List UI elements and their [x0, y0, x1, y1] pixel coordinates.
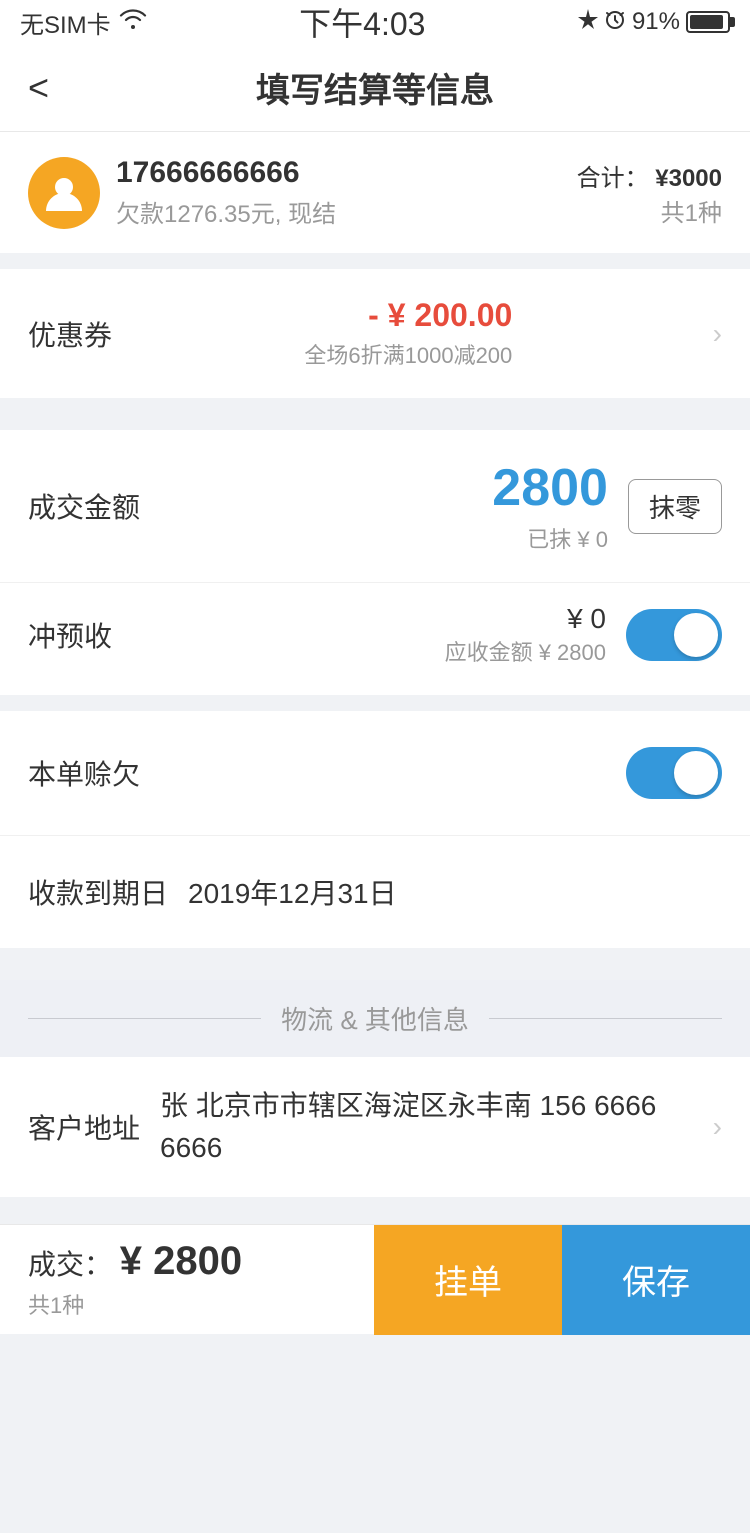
coupon-label: 优惠券 — [28, 314, 112, 354]
address-row[interactable]: 客户地址 张 北京市市辖区海淀区永丰南 156 6666 6666 › — [0, 1057, 750, 1197]
due-date-value: 2019年12月31日 — [188, 872, 397, 912]
summary-label: 成交： — [28, 1249, 112, 1280]
status-time: 下午4:03 — [299, 0, 425, 45]
summary-main: 成交： ¥ 2800 — [28, 1239, 346, 1284]
amount-label: 成交金额 — [28, 486, 140, 526]
alarm-icon — [604, 8, 626, 37]
save-button[interactable]: 保存 — [562, 1225, 750, 1335]
precollect-label: 冲预收 — [28, 615, 112, 655]
user-info-row: 17666666666 欠款1276.35元, 现结 合计： ¥3000 共1种 — [0, 132, 750, 253]
precollect-toggle[interactable] — [626, 609, 722, 661]
section-line-left — [28, 1018, 261, 1019]
credit-label: 本单赊欠 — [28, 753, 140, 793]
amount-right: 2800 已抹 ¥ 0 抹零 — [492, 458, 722, 554]
address-value: 张 北京市市辖区海淀区永丰南 156 6666 6666 — [160, 1085, 705, 1169]
status-right: 91% — [578, 8, 730, 37]
precollect-values: ¥ 0 应收金额 ¥ 2800 — [445, 603, 606, 667]
amount-row: 成交金额 2800 已抹 ¥ 0 抹零 — [0, 430, 750, 582]
status-bar: 无SIM卡 下午4:03 91% — [0, 0, 750, 44]
address-label: 客户地址 — [28, 1107, 140, 1147]
amount-section: 成交金额 2800 已抹 ¥ 0 抹零 冲预收 ¥ 0 应收金额 ¥ 2800 — [0, 430, 750, 695]
credit-row: 本单赊欠 — [0, 711, 750, 835]
total-amount: ¥3000 — [655, 165, 722, 192]
bottom-bar: 成交： ¥ 2800 共1种 挂单 保存 — [0, 1224, 750, 1334]
separator-2 — [0, 695, 750, 711]
location-icon — [578, 8, 598, 36]
coupon-row[interactable]: 优惠券 - ¥ 200.00 全场6折满1000减200 › — [0, 269, 750, 398]
page-title: 填写结算等信息 — [256, 63, 494, 112]
user-left: 17666666666 欠款1276.35元, 现结 — [28, 156, 336, 229]
precollect-row: 冲预收 ¥ 0 应收金额 ¥ 2800 — [0, 582, 750, 695]
user-info: 17666666666 欠款1276.35元, 现结 — [116, 156, 336, 229]
precollect-amount: ¥ 0 — [445, 603, 606, 635]
separator-3 — [0, 964, 750, 980]
section-line-right — [489, 1018, 722, 1019]
battery-percent: 91% — [632, 8, 680, 36]
summary-amount: ¥ 2800 — [120, 1239, 242, 1283]
coupon-amount: - ¥ 200.00 — [368, 297, 512, 334]
section-header: 物流 & 其他信息 — [0, 980, 750, 1057]
amount-values: 2800 已抹 ¥ 0 — [492, 458, 608, 554]
amount-number: 2800 — [492, 458, 608, 518]
section-header-text: 物流 & 其他信息 — [281, 1000, 469, 1037]
carrier-text: 无SIM卡 — [20, 5, 111, 40]
avatar — [28, 157, 100, 229]
nav-bar: < 填写结算等信息 — [0, 44, 750, 132]
precollect-right: ¥ 0 应收金额 ¥ 2800 — [445, 603, 722, 667]
user-right: 合计： ¥3000 共1种 — [577, 158, 722, 228]
battery-icon — [686, 11, 730, 33]
back-button[interactable]: < — [28, 67, 49, 109]
coupon-chevron-icon: › — [713, 318, 722, 350]
status-left: 无SIM卡 — [20, 5, 147, 40]
coupon-right: - ¥ 200.00 全场6折满1000减200 — [304, 297, 512, 370]
coupon-sub: 全场6折满1000减200 — [304, 338, 512, 370]
total-label: 合计： ¥3000 — [577, 158, 722, 193]
separator-1 — [0, 414, 750, 430]
wifi-icon — [119, 8, 147, 36]
address-chevron-icon: › — [713, 1111, 722, 1143]
amount-sub: 已抹 ¥ 0 — [492, 522, 608, 554]
user-phone: 17666666666 — [116, 156, 336, 190]
precollect-sub: 应收金额 ¥ 2800 — [445, 635, 606, 667]
bottom-summary: 成交： ¥ 2800 共1种 — [0, 1239, 374, 1320]
user-sub-text: 欠款1276.35元, 现结 — [116, 194, 336, 229]
summary-count: 共1种 — [28, 1288, 346, 1320]
credit-toggle[interactable] — [626, 747, 722, 799]
round-button[interactable]: 抹零 — [628, 479, 722, 534]
coupon-card: 优惠券 - ¥ 200.00 全场6折满1000减200 › — [0, 269, 750, 398]
pending-button[interactable]: 挂单 — [374, 1225, 562, 1335]
credit-card: 本单赊欠 收款到期日 2019年12月31日 — [0, 711, 750, 948]
due-date-label: 收款到期日 — [28, 872, 168, 912]
total-count: 共1种 — [577, 193, 722, 228]
due-date-row: 收款到期日 2019年12月31日 — [0, 835, 750, 948]
address-card: 客户地址 张 北京市市辖区海淀区永丰南 156 6666 6666 › — [0, 1057, 750, 1197]
